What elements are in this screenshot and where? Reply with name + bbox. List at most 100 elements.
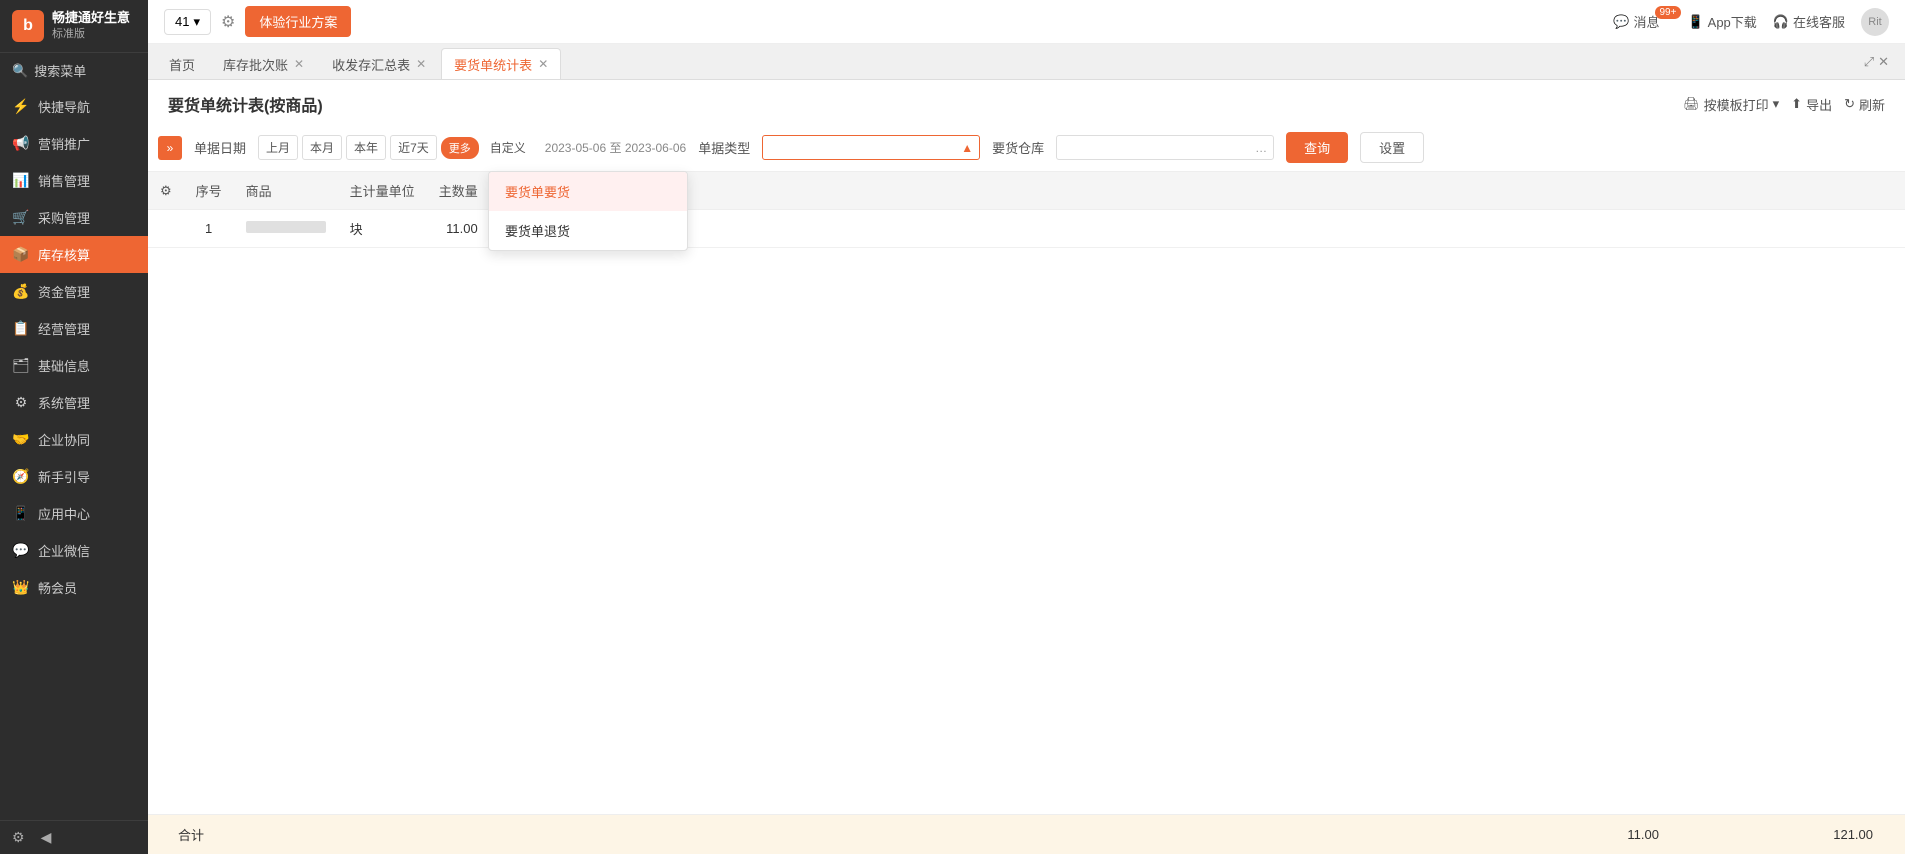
tab-recv-send-close[interactable]: ✕	[416, 57, 426, 71]
industry-btn[interactable]: 体验行业方案	[245, 6, 351, 37]
app-download-label: App下载	[1708, 12, 1757, 31]
sales-icon: 📊	[12, 172, 30, 190]
type-dropdown-arrow[interactable]: ▲	[955, 141, 979, 155]
collapse-icon[interactable]: ◀	[41, 829, 52, 846]
tab-batch-account[interactable]: 库存批次账 ✕	[210, 48, 317, 79]
warehouse-input-wrap: …	[1056, 135, 1274, 160]
print-template-action[interactable]: 🖨 按模板打印 ▾	[1683, 95, 1779, 114]
dropdown-item-requisition-order[interactable]: 要货单要货	[489, 172, 687, 211]
tab-recv-send[interactable]: 收发存汇总表 ✕	[319, 48, 439, 79]
page-content: 要货单统计表(按商品) 🖨 按模板打印 ▾ ⬆ 导出 ↻ 刷新	[148, 80, 1905, 854]
tab-requisition-stat-close[interactable]: ✕	[538, 57, 548, 71]
wechat-icon: 💬	[12, 542, 30, 560]
tab-maximize-icon[interactable]: ⤢	[1864, 54, 1874, 70]
page-title: 要货单统计表(按商品)	[168, 92, 323, 116]
sidebar-item-operation[interactable]: 📋 经营管理	[0, 310, 148, 347]
print-chevron-icon: ▾	[1773, 96, 1780, 112]
date-btn-this-month[interactable]: 本月	[302, 135, 342, 160]
user-name: Rit	[1868, 16, 1881, 28]
sidebar-item-appstore[interactable]: 📱 应用中心	[0, 495, 148, 532]
sidebar-item-finance[interactable]: 💰 资金管理	[0, 273, 148, 310]
logo-icon: b	[12, 10, 44, 42]
sidebar-item-quick-nav[interactable]: ⚡ 快捷导航	[0, 88, 148, 125]
sidebar-item-sales[interactable]: 📊 销售管理	[0, 162, 148, 199]
online-service-item[interactable]: 🎧 在线客服	[1773, 12, 1845, 31]
type-input[interactable]	[763, 136, 955, 159]
sidebar-item-inventory[interactable]: 📦 库存核算	[0, 236, 148, 273]
tab-home[interactable]: 首页	[156, 48, 208, 79]
type-input-wrap: ▲	[762, 135, 980, 160]
sidebar-item-label: 资金管理	[38, 282, 90, 301]
tabs-bar: 首页 库存批次账 ✕ 收发存汇总表 ✕ 要货单统计表 ✕ ⤢ ✕	[148, 44, 1905, 80]
finance-icon: 💰	[12, 283, 30, 301]
sidebar-item-basic[interactable]: 🗂 基础信息	[0, 347, 148, 384]
dropdown-item-requisition-return[interactable]: 要货单退货	[489, 211, 687, 250]
filter-expand-btn[interactable]: »	[158, 136, 182, 160]
sidebar-item-label: 企业微信	[38, 541, 90, 560]
sidebar-item-member[interactable]: 👑 畅会员	[0, 569, 148, 606]
app-download-item[interactable]: 📱 App下载	[1687, 12, 1756, 31]
table-wrap: ⚙ 序号 商品 主计量单位 主数量 零售金额 1	[148, 172, 1905, 814]
inventory-icon: 📦	[12, 246, 30, 264]
user-avatar: Rit	[1861, 8, 1889, 36]
tab-requisition-stat[interactable]: 要货单统计表 ✕	[441, 48, 561, 79]
sidebar-bottom: ⚙ ◀	[0, 820, 148, 854]
date-btn-7days[interactable]: 近7天	[390, 135, 437, 160]
th-unit: 主计量单位	[338, 172, 427, 210]
sidebar-item-wechat[interactable]: 💬 企业微信	[0, 532, 148, 569]
sidebar-item-label: 快捷导航	[38, 97, 90, 116]
page-header-actions: 🖨 按模板打印 ▾ ⬆ 导出 ↻ 刷新	[1683, 95, 1885, 114]
logo-sub: 标准版	[52, 27, 130, 41]
chevron-down-icon: ▾	[193, 14, 200, 30]
message-item[interactable]: 💬 消息 99+	[1613, 12, 1671, 31]
topbar-gear-icon[interactable]: ⚙	[221, 12, 235, 32]
sidebar-item-collab[interactable]: 🤝 企业协同	[0, 421, 148, 458]
refresh-action[interactable]: ↻ 刷新	[1844, 95, 1885, 114]
date-btn-this-year[interactable]: 本年	[346, 135, 386, 160]
sidebar-item-label: 经营管理	[38, 319, 90, 338]
basic-icon: 🗂	[12, 357, 30, 375]
query-btn[interactable]: 查询	[1286, 132, 1348, 163]
sidebar-item-label: 系统管理	[38, 393, 90, 412]
member-icon: 👑	[12, 579, 30, 597]
td-settings	[148, 210, 184, 248]
tab-batch-account-close[interactable]: ✕	[294, 57, 304, 71]
sidebar-item-label: 采购管理	[38, 208, 90, 227]
sidebar-item-marketing[interactable]: 📢 营销推广	[0, 125, 148, 162]
th-settings[interactable]: ⚙	[148, 172, 184, 210]
date-btn-more[interactable]: 更多	[441, 137, 479, 159]
logo-title: 畅捷通好生意	[52, 10, 130, 27]
tab-close-all-icon[interactable]: ✕	[1878, 54, 1889, 70]
sidebar-item-guide[interactable]: 🧭 新手引导	[0, 458, 148, 495]
warehouse-more-icon[interactable]: …	[1249, 141, 1273, 155]
dropdown-item-label: 要货单退货	[505, 224, 570, 239]
sidebar-item-system[interactable]: ⚙ 系统管理	[0, 384, 148, 421]
date-btn-last-month[interactable]: 上月	[258, 135, 298, 160]
printer-icon: 🖨	[1683, 96, 1700, 112]
sidebar-item-label: 应用中心	[38, 504, 90, 523]
settings-btn[interactable]: 设置	[1360, 132, 1424, 163]
type-label: 单据类型	[698, 138, 750, 157]
footer-qty: 11.00	[1559, 827, 1659, 842]
print-template-label: 按模板打印	[1704, 95, 1769, 114]
page-header: 要货单统计表(按商品) 🖨 按模板打印 ▾ ⬆ 导出 ↻ 刷新	[148, 80, 1905, 124]
sidebar-search[interactable]: 🔍 搜索菜单	[0, 53, 148, 88]
tab-requisition-stat-label: 要货单统计表	[454, 55, 532, 74]
topbar-left: 41 ▾ ⚙ 体验行业方案	[164, 6, 351, 37]
settings-bottom-icon[interactable]: ⚙	[12, 829, 25, 846]
system-icon: ⚙	[12, 394, 30, 412]
td-unit: 块	[338, 210, 427, 248]
sidebar-item-label: 基础信息	[38, 356, 90, 375]
sidebar-item-purchase[interactable]: 🛒 采购管理	[0, 199, 148, 236]
date-btn-custom[interactable]: 自定义	[483, 136, 533, 159]
purchase-icon: 🛒	[12, 209, 30, 227]
message-icon: 💬	[1613, 14, 1629, 30]
user-avatar-item[interactable]: Rit	[1861, 8, 1889, 36]
marketing-icon: 📢	[12, 135, 30, 153]
type-dropdown-menu: 要货单要货 要货单退货	[488, 171, 688, 251]
company-selector[interactable]: 41 ▾	[164, 9, 211, 35]
export-action[interactable]: ⬆ 导出	[1791, 95, 1832, 114]
sidebar-item-label: 库存核算	[38, 245, 90, 264]
tab-batch-account-label: 库存批次账	[223, 55, 288, 74]
warehouse-input[interactable]	[1057, 136, 1249, 159]
